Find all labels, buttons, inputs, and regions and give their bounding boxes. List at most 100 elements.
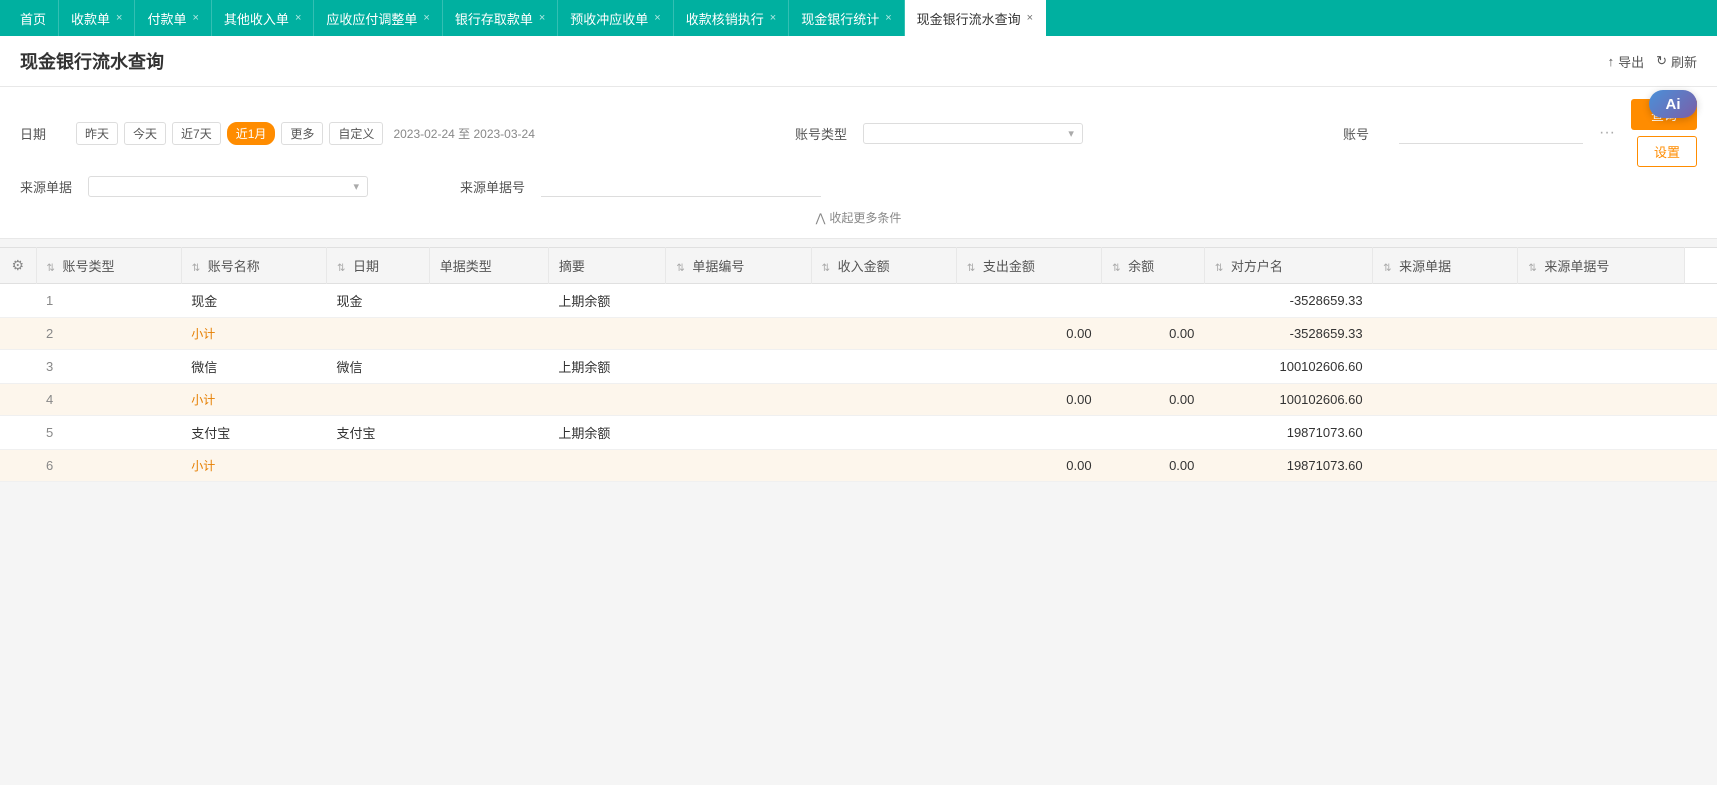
close-icon[interactable]: × xyxy=(654,12,660,24)
date-btn-1month[interactable]: 近1月 xyxy=(227,122,276,145)
cell-date xyxy=(429,416,548,450)
sort-icon[interactable]: ⇅ xyxy=(1215,263,1223,274)
cell-account-type: 小计 xyxy=(181,450,326,482)
col-source-doc-no: ⇅ 来源单据号 xyxy=(1518,248,1684,284)
close-icon[interactable]: × xyxy=(295,12,301,24)
row-index: 4 xyxy=(36,384,181,416)
table-settings-header[interactable]: ⚙ xyxy=(0,248,36,284)
account-type-select[interactable]: ▾ xyxy=(863,123,1083,144)
cell-counterpart xyxy=(1373,416,1518,450)
cell-balance: -3528659.33 xyxy=(1204,318,1372,350)
cell-counterpart xyxy=(1373,450,1518,482)
cell-counterpart xyxy=(1373,384,1518,416)
table-row[interactable]: 1现金现金上期余额-3528659.33 xyxy=(0,284,1717,318)
nav-tab-other-income[interactable]: 其他收入单 × xyxy=(212,0,314,36)
gear-icon[interactable]: ⚙ xyxy=(11,257,24,273)
more-options-icon[interactable]: ··· xyxy=(1599,124,1615,142)
cell-source-doc xyxy=(1518,318,1684,350)
nav-tab-payment[interactable]: 付款单 × xyxy=(135,0,211,36)
cell-summary xyxy=(666,350,811,384)
cell-account-name xyxy=(326,450,429,482)
source-doc-no-input[interactable] xyxy=(541,175,821,197)
cell-expense xyxy=(1102,350,1205,384)
nav-tab-receipt[interactable]: 收款单 × xyxy=(59,0,135,36)
cell-source-doc-no xyxy=(1684,384,1717,416)
cell-doc-type xyxy=(548,318,665,350)
sort-icon[interactable]: ⇅ xyxy=(822,263,830,274)
cell-expense: 0.00 xyxy=(1102,384,1205,416)
close-icon[interactable]: × xyxy=(116,12,122,24)
row-index: 1 xyxy=(36,284,181,318)
col-source-doc: ⇅ 来源单据 xyxy=(1373,248,1518,284)
sort-icon[interactable]: ⇅ xyxy=(47,263,55,274)
cell-balance: 19871073.60 xyxy=(1204,450,1372,482)
close-icon[interactable]: × xyxy=(539,12,545,24)
table-row[interactable]: 6小计0.000.0019871073.60 xyxy=(0,450,1717,482)
nav-tab-bank-deposit[interactable]: 银行存取款单 × xyxy=(443,0,558,36)
date-btn-yesterday[interactable]: 昨天 xyxy=(76,122,118,145)
nav-tab-adjustment[interactable]: 应收应付调整单 × xyxy=(314,0,442,36)
nav-tab-advance[interactable]: 预收冲应收单 × xyxy=(558,0,673,36)
cell-doc-no xyxy=(811,384,956,416)
table-row[interactable]: 4小计0.000.00100102606.60 xyxy=(0,384,1717,416)
cell-doc-no xyxy=(811,284,956,318)
cell-balance: 100102606.60 xyxy=(1204,350,1372,384)
nav-tab-cashflow[interactable]: 现金银行流水查询 × xyxy=(905,0,1046,36)
date-label: 日期 xyxy=(20,124,60,143)
nav-tab-statistics[interactable]: 现金银行统计 × xyxy=(789,0,904,36)
cell-source-doc xyxy=(1518,450,1684,482)
table-row[interactable]: 3微信微信上期余额100102606.60 xyxy=(0,350,1717,384)
filter-row-date: 日期 昨天 今天 近7天 近1月 更多 自定义 2023-02-24 至 202… xyxy=(20,99,1697,167)
cell-expense xyxy=(1102,284,1205,318)
filter-area: 日期 昨天 今天 近7天 近1月 更多 自定义 2023-02-24 至 202… xyxy=(0,87,1717,239)
cell-account-name: 支付宝 xyxy=(326,416,429,450)
date-btn-custom[interactable]: 自定义 xyxy=(329,122,383,145)
account-input[interactable] xyxy=(1399,122,1583,144)
row-index: 5 xyxy=(36,416,181,450)
cell-account-type: 小计 xyxy=(181,318,326,350)
chevron-down-icon: ▾ xyxy=(1068,127,1074,140)
close-icon[interactable]: × xyxy=(423,12,429,24)
sort-icon[interactable]: ⇅ xyxy=(1528,263,1536,274)
date-btn-more[interactable]: 更多 xyxy=(281,122,323,145)
table-row[interactable]: 5支付宝支付宝上期余额19871073.60 xyxy=(0,416,1717,450)
date-btn-today[interactable]: 今天 xyxy=(124,122,166,145)
cell-balance: 100102606.60 xyxy=(1204,384,1372,416)
cell-summary xyxy=(666,284,811,318)
collapse-bar[interactable]: ⋀ 收起更多条件 xyxy=(20,205,1697,230)
cell-income: 0.00 xyxy=(956,318,1101,350)
header-actions: ↑ 导出 ↻ 刷新 xyxy=(1608,52,1697,71)
cell-income xyxy=(956,284,1101,318)
settings-button[interactable]: 设置 xyxy=(1637,136,1697,167)
sort-icon[interactable]: ⇅ xyxy=(1383,263,1391,274)
cell-settings xyxy=(0,450,36,482)
cell-income xyxy=(956,350,1101,384)
ai-badge[interactable]: Ai xyxy=(1649,90,1697,118)
table-row[interactable]: 2小计0.000.00-3528659.33 xyxy=(0,318,1717,350)
sort-icon[interactable]: ⇅ xyxy=(676,263,684,274)
date-btn-7days[interactable]: 近7天 xyxy=(172,122,221,145)
cell-account-type: 小计 xyxy=(181,384,326,416)
page-header: 现金银行流水查询 ↑ 导出 ↻ 刷新 xyxy=(0,36,1717,87)
close-icon[interactable]: × xyxy=(192,12,198,24)
source-doc-select[interactable]: ▾ xyxy=(88,176,368,197)
close-icon[interactable]: × xyxy=(770,12,776,24)
refresh-button[interactable]: ↻ 刷新 xyxy=(1656,52,1697,71)
close-icon[interactable]: × xyxy=(1027,12,1033,24)
sort-icon[interactable]: ⇅ xyxy=(967,263,975,274)
sort-icon[interactable]: ⇅ xyxy=(337,263,345,274)
cell-summary xyxy=(666,416,811,450)
page-title: 现金银行流水查询 xyxy=(20,48,164,74)
close-icon[interactable]: × xyxy=(885,12,891,24)
cell-doc-type: 上期余额 xyxy=(548,350,665,384)
cell-settings xyxy=(0,318,36,350)
export-button[interactable]: ↑ 导出 xyxy=(1608,52,1645,71)
nav-tab-home[interactable]: 首页 xyxy=(8,0,59,36)
sort-icon[interactable]: ⇅ xyxy=(1112,263,1120,274)
nav-tab-verify[interactable]: 收款核销执行 × xyxy=(674,0,789,36)
cell-doc-no xyxy=(811,318,956,350)
cell-source-doc-no xyxy=(1684,450,1717,482)
sort-icon[interactable]: ⇅ xyxy=(192,263,200,274)
cell-account-type: 现金 xyxy=(181,284,326,318)
cell-account-name xyxy=(326,384,429,416)
